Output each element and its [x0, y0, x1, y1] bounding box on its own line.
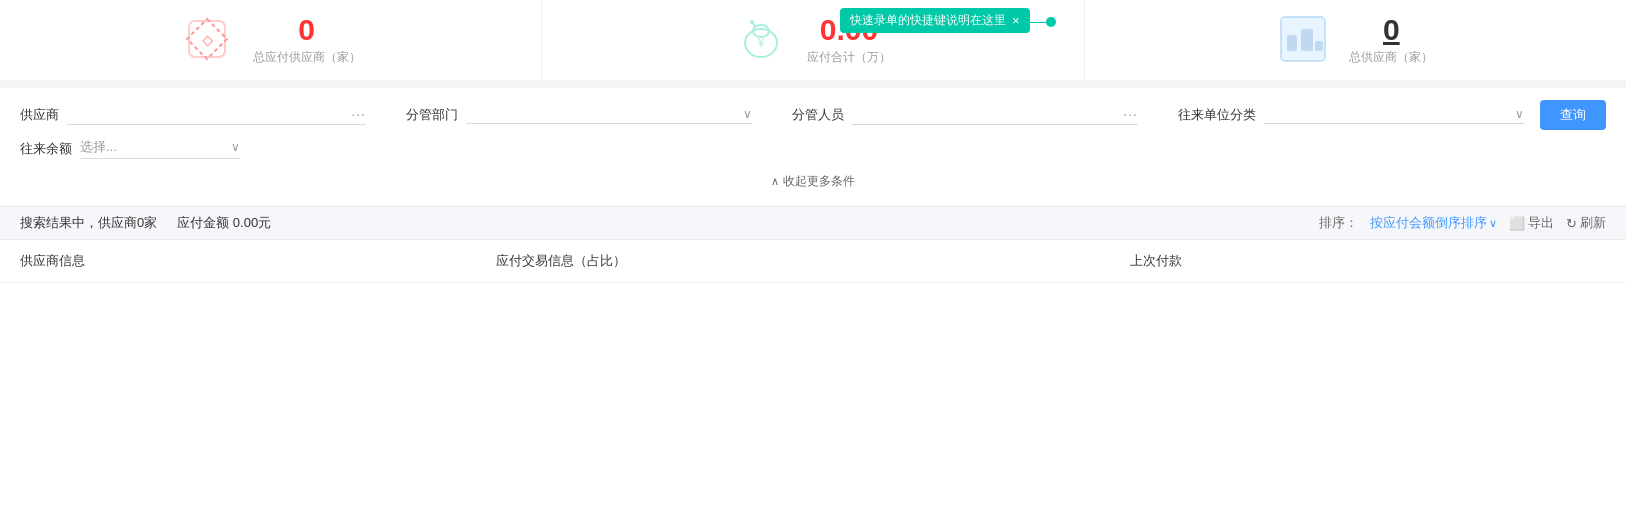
- payable-suppliers-card: ◇ 0 总应付供应商（家）: [0, 0, 542, 80]
- supplier-dots[interactable]: ···: [351, 106, 366, 122]
- payable-total-label: 应付合计（万）: [807, 49, 891, 66]
- col-header-lastpay: 上次付款: [1130, 252, 1606, 270]
- filter-row-2: 往来余额 选择... ∨: [20, 138, 1606, 159]
- person-input-wrapper: ···: [852, 106, 1138, 125]
- total-suppliers-label: 总供应商（家）: [1349, 49, 1433, 66]
- svg-rect-11: [1315, 41, 1323, 51]
- department-chevron[interactable]: ∨: [743, 107, 752, 121]
- tooltip-dot: [1046, 17, 1056, 27]
- payable-total-card: ¥ 0.00 应付合计（万） 快速录单的快捷键说明在这里 ×: [542, 0, 1084, 80]
- department-label: 分管部门: [406, 106, 458, 124]
- payable-suppliers-label: 总应付供应商（家）: [253, 49, 361, 66]
- col-header-supplier: 供应商信息: [20, 252, 496, 270]
- collapse-row: ∧ 收起更多条件: [20, 165, 1606, 198]
- sort-value[interactable]: 按应付会额倒序排序 ∨: [1370, 214, 1497, 232]
- svg-rect-10: [1301, 29, 1313, 51]
- department-select-wrapper: ∨: [466, 107, 752, 124]
- export-button[interactable]: ⬜ 导出: [1509, 214, 1554, 232]
- unit-category-select-wrapper: ∨: [1264, 107, 1524, 124]
- supplier-input[interactable]: [67, 106, 351, 121]
- diamond-icon: ◇: [181, 13, 233, 68]
- payable-suppliers-num: 0: [298, 15, 315, 45]
- collapse-label: 收起更多条件: [783, 173, 855, 190]
- money-bag-icon: ¥: [735, 13, 787, 68]
- refresh-icon: ↻: [1566, 216, 1577, 231]
- refresh-label: 刷新: [1580, 214, 1606, 232]
- svg-text:◇: ◇: [200, 32, 213, 48]
- department-filter: 分管部门 ∨: [406, 106, 752, 124]
- person-dots[interactable]: ···: [1123, 106, 1138, 122]
- query-button[interactable]: 查询: [1540, 100, 1606, 130]
- person-label: 分管人员: [792, 106, 844, 124]
- total-suppliers-data: 0 总供应商（家）: [1349, 15, 1433, 66]
- balance-placeholder: 选择...: [80, 138, 231, 156]
- results-supplier-count: 搜索结果中，供应商0家: [20, 214, 157, 232]
- top-cards-section: ◇ 0 总应付供应商（家） ¥ 0.00 应付合计（万） 快速录单的快捷键说明在…: [0, 0, 1626, 80]
- sort-label: 按应付会额倒序排序: [1370, 214, 1487, 232]
- table-header: 供应商信息 应付交易信息（占比） 上次付款: [0, 240, 1626, 283]
- results-actions: 排序： 按应付会额倒序排序 ∨ ⬜ 导出 ↻ 刷新: [1319, 214, 1606, 232]
- person-input[interactable]: [852, 106, 1123, 121]
- table-body: [0, 283, 1626, 515]
- col-header-transaction: 应付交易信息（占比）: [496, 252, 1130, 270]
- collapse-chevron-up: ∧: [771, 175, 779, 188]
- sort-chevron: ∨: [1489, 217, 1497, 230]
- supplier-filter: 供应商 ···: [20, 106, 366, 125]
- balance-chevron[interactable]: ∨: [231, 140, 240, 154]
- collapse-button[interactable]: ∧ 收起更多条件: [753, 169, 873, 194]
- total-suppliers-card: 0 总供应商（家）: [1085, 0, 1626, 80]
- unit-category-label: 往来单位分类: [1178, 106, 1256, 124]
- filter-row-1: 供应商 ··· 分管部门 ∨ 分管人员 ···: [20, 100, 1606, 130]
- results-bar: 搜索结果中，供应商0家 应付金额 0.00元 排序： 按应付会额倒序排序 ∨ ⬜…: [0, 207, 1626, 240]
- results-summary: 搜索结果中，供应商0家 应付金额 0.00元: [20, 214, 271, 232]
- unit-category-chevron[interactable]: ∨: [1515, 107, 1524, 121]
- tooltip-close[interactable]: ×: [1012, 13, 1020, 28]
- tooltip-text: 快速录单的快捷键说明在这里: [850, 12, 1006, 29]
- table-section: 供应商信息 应付交易信息（占比） 上次付款: [0, 240, 1626, 515]
- svg-point-6: [750, 20, 754, 24]
- results-amount: 应付金额 0.00元: [177, 214, 271, 232]
- unit-category-filter: 往来单位分类 ∨: [1178, 106, 1524, 124]
- people-icon: [1277, 13, 1329, 68]
- supplier-input-wrapper: ···: [67, 106, 366, 125]
- svg-rect-9: [1287, 35, 1297, 51]
- supplier-label: 供应商: [20, 106, 59, 124]
- filter-section: 供应商 ··· 分管部门 ∨ 分管人员 ···: [0, 88, 1626, 207]
- person-filter: 分管人员 ···: [792, 106, 1138, 125]
- export-icon: ⬜: [1509, 216, 1525, 231]
- total-suppliers-num: 0: [1383, 15, 1400, 45]
- export-label: 导出: [1528, 214, 1554, 232]
- svg-line-5: [753, 23, 755, 27]
- balance-label: 往来余额: [20, 140, 72, 158]
- payable-suppliers-data: 0 总应付供应商（家）: [253, 15, 361, 66]
- balance-select-wrapper: 选择... ∨: [80, 138, 240, 159]
- sort-prefix: 排序：: [1319, 214, 1358, 232]
- refresh-button[interactable]: ↻ 刷新: [1566, 214, 1606, 232]
- svg-text:¥: ¥: [757, 36, 765, 50]
- tooltip-popup: 快速录单的快捷键说明在这里 ×: [840, 8, 1030, 33]
